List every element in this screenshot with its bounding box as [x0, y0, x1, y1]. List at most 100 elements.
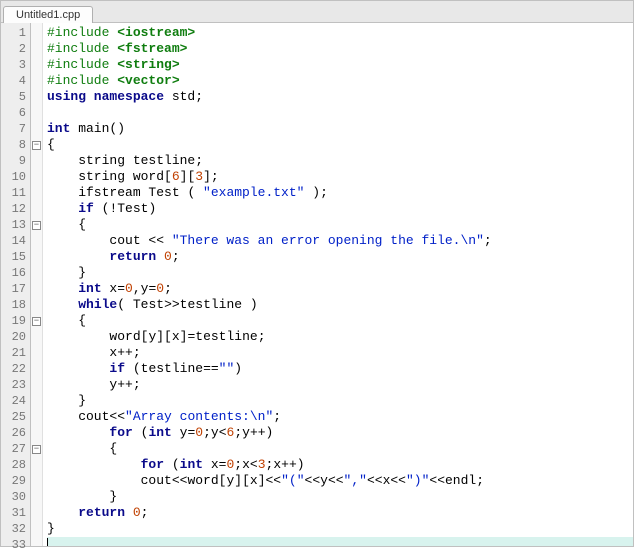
- text-cursor: [47, 538, 48, 546]
- code-token: y: [320, 473, 328, 488]
- code-line[interactable]: [47, 537, 633, 546]
- code-token: [47, 297, 78, 312]
- code-token: ;: [195, 153, 203, 168]
- code-token: ): [148, 201, 156, 216]
- line-number: 32: [1, 521, 30, 537]
- code-line[interactable]: #include <vector>: [47, 73, 633, 89]
- line-number-gutter: 1234567891011121314151617181920212223242…: [1, 23, 31, 546]
- tab-bar: Untitled1.cpp: [1, 1, 633, 23]
- code-area[interactable]: #include <iostream>#include <fstream>#in…: [43, 23, 633, 546]
- code-editor[interactable]: 1234567891011121314151617181920212223242…: [1, 23, 633, 546]
- code-token: ;: [172, 249, 180, 264]
- code-line[interactable]: }: [47, 393, 633, 409]
- fold-cell: [31, 153, 42, 169]
- fold-cell[interactable]: −: [31, 217, 42, 233]
- fold-cell: [31, 457, 42, 473]
- code-line[interactable]: string word[6][3];: [47, 169, 633, 185]
- line-number: 9: [1, 153, 30, 169]
- code-line[interactable]: string testline;: [47, 153, 633, 169]
- code-line[interactable]: ifstream Test ( "example.txt" );: [47, 185, 633, 201]
- code-token: y: [172, 425, 188, 440]
- code-line[interactable]: return 0;: [47, 249, 633, 265]
- fold-minus-icon[interactable]: −: [32, 221, 41, 230]
- code-line[interactable]: return 0;: [47, 505, 633, 521]
- fold-cell: [31, 105, 42, 121]
- code-line[interactable]: if (!Test): [47, 201, 633, 217]
- code-token: endl: [445, 473, 476, 488]
- code-token: (: [133, 425, 149, 440]
- code-line[interactable]: int main(): [47, 121, 633, 137]
- code-token: <<: [367, 473, 383, 488]
- line-number: 29: [1, 473, 30, 489]
- fold-cell[interactable]: −: [31, 441, 42, 457]
- fold-cell: [31, 473, 42, 489]
- code-token: [47, 201, 78, 216]
- code-token: [47, 457, 141, 472]
- code-line[interactable]: int x=0,y=0;: [47, 281, 633, 297]
- code-line[interactable]: #include <fstream>: [47, 41, 633, 57]
- code-token: 0: [156, 281, 164, 296]
- code-line[interactable]: for (int x=0;x<3;x++): [47, 457, 633, 473]
- line-number: 1: [1, 25, 30, 41]
- code-line[interactable]: #include <string>: [47, 57, 633, 73]
- code-token: int: [47, 121, 70, 136]
- code-token: ,: [133, 281, 141, 296]
- line-number: 5: [1, 89, 30, 105]
- code-token: for: [109, 425, 132, 440]
- code-line[interactable]: while( Test>>testline ): [47, 297, 633, 313]
- fold-cell[interactable]: −: [31, 313, 42, 329]
- code-line[interactable]: y++;: [47, 377, 633, 393]
- code-line[interactable]: x++;: [47, 345, 633, 361]
- code-token: ==: [203, 361, 219, 376]
- code-token: }: [47, 393, 86, 408]
- code-token: main: [70, 121, 109, 136]
- code-line[interactable]: using namespace std;: [47, 89, 633, 105]
- code-token: ][: [180, 169, 196, 184]
- code-token: {: [47, 217, 86, 232]
- code-token: 3: [195, 169, 203, 184]
- code-token: 0: [125, 281, 133, 296]
- code-token: [47, 425, 109, 440]
- code-token: <<: [429, 473, 445, 488]
- code-token: testline: [195, 329, 257, 344]
- fold-cell: [31, 169, 42, 185]
- code-line[interactable]: }: [47, 489, 633, 505]
- line-number: 15: [1, 249, 30, 265]
- fold-minus-icon[interactable]: −: [32, 317, 41, 326]
- code-line[interactable]: {: [47, 313, 633, 329]
- code-line[interactable]: cout<<"Array contents:\n";: [47, 409, 633, 425]
- code-line[interactable]: word[y][x]=testline;: [47, 329, 633, 345]
- code-line[interactable]: }: [47, 521, 633, 537]
- code-line[interactable]: {: [47, 441, 633, 457]
- code-token: (: [187, 185, 203, 200]
- code-token: if: [78, 201, 94, 216]
- line-number: 18: [1, 297, 30, 313]
- code-line[interactable]: {: [47, 217, 633, 233]
- code-token: ][: [234, 473, 250, 488]
- code-token: ]<<: [258, 473, 281, 488]
- fold-minus-icon[interactable]: −: [32, 141, 41, 150]
- code-token: std: [164, 89, 195, 104]
- code-token: ]=: [180, 329, 196, 344]
- code-line[interactable]: #include <iostream>: [47, 25, 633, 41]
- code-token: testline: [180, 297, 242, 312]
- fold-minus-icon[interactable]: −: [32, 445, 41, 454]
- fold-cell[interactable]: −: [31, 137, 42, 153]
- code-token: y: [47, 377, 117, 392]
- code-line[interactable]: for (int y=0;y<6;y++): [47, 425, 633, 441]
- code-line[interactable]: if (testline==""): [47, 361, 633, 377]
- file-tab[interactable]: Untitled1.cpp: [3, 6, 93, 23]
- line-number: 23: [1, 377, 30, 393]
- code-token: <string>: [117, 57, 179, 72]
- line-number: 16: [1, 265, 30, 281]
- code-token: <vector>: [117, 73, 179, 88]
- code-token: int: [180, 457, 203, 472]
- code-line[interactable]: cout << "There was an error opening the …: [47, 233, 633, 249]
- code-line[interactable]: cout<<word[y][x]<<"("<<y<<","<<x<<")"<<e…: [47, 473, 633, 489]
- fold-cell: [31, 249, 42, 265]
- fold-cell: [31, 505, 42, 521]
- code-token: 0: [195, 425, 203, 440]
- code-line[interactable]: {: [47, 137, 633, 153]
- code-line[interactable]: [47, 105, 633, 121]
- code-line[interactable]: }: [47, 265, 633, 281]
